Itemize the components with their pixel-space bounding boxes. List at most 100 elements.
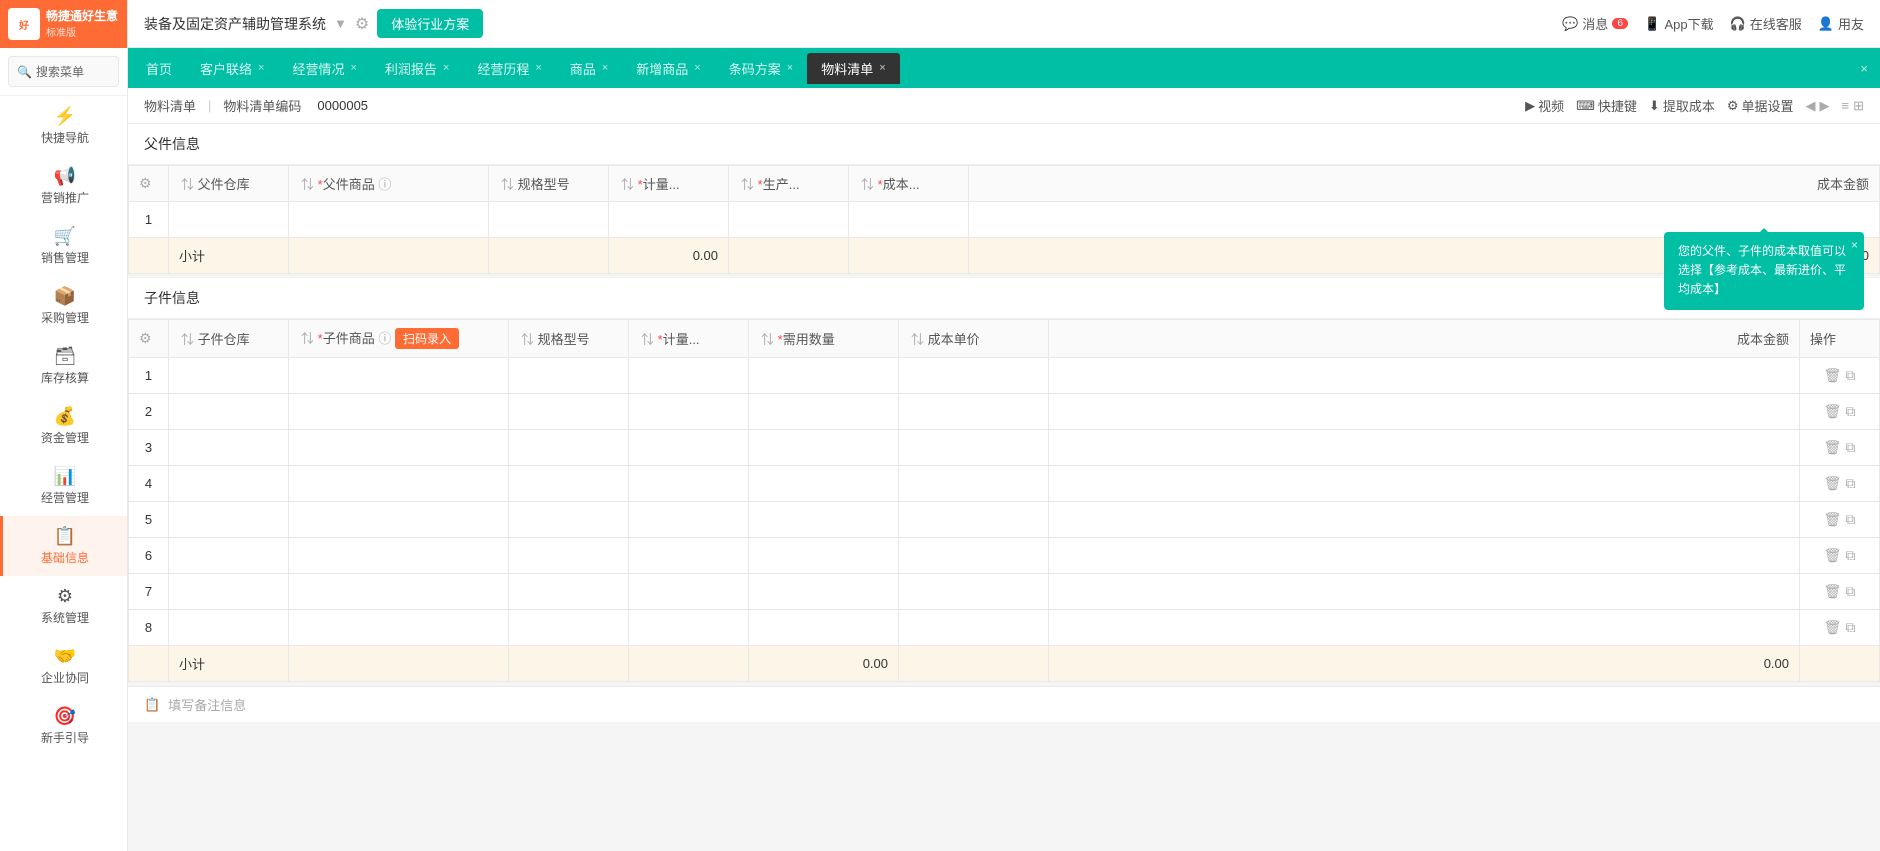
tab-new-goods[interactable]: 新增商品 × xyxy=(622,53,714,84)
child-row-3-product[interactable] xyxy=(289,430,509,466)
child-row-1-warehouse[interactable] xyxy=(169,358,289,394)
child-row-7-delete-button[interactable]: 🗑 xyxy=(1824,583,1842,600)
child-row-5-quantity[interactable] xyxy=(749,502,899,538)
tab-home[interactable]: 首页 xyxy=(132,53,186,84)
message-button[interactable]: 💬 消息 6 xyxy=(1562,14,1628,33)
child-row-4-copy-button[interactable]: ⧉ xyxy=(1845,475,1855,492)
list-view-button[interactable]: ≡ xyxy=(1842,98,1850,114)
sidebar-item-enterprise[interactable]: 🤝 企业协同 xyxy=(0,636,127,696)
extract-cost-button[interactable]: ⬇ 提取成本 xyxy=(1649,96,1715,115)
child-row-5-copy-button[interactable]: ⧉ xyxy=(1845,511,1855,528)
parent-warehouse-sort-icon[interactable]: ⇅ xyxy=(181,177,194,192)
close-all-tabs-button[interactable]: × xyxy=(1852,61,1876,76)
child-row-2-warehouse[interactable] xyxy=(169,394,289,430)
tab-customer[interactable]: 客户联络 × xyxy=(186,53,278,84)
child-row-7-quantity[interactable] xyxy=(749,574,899,610)
app-download-button[interactable]: 📱 App下载 xyxy=(1644,14,1713,33)
child-row-5-spec[interactable] xyxy=(509,502,629,538)
tab-barcode-close[interactable]: × xyxy=(787,62,793,74)
child-row-6-quantity[interactable] xyxy=(749,538,899,574)
tab-operations-situation[interactable]: 经营情况 × xyxy=(278,53,370,84)
child-row-4-cost-unit[interactable] xyxy=(899,466,1049,502)
parent-product-sort-icon[interactable]: ⇅ xyxy=(301,177,314,192)
grid-view-button[interactable]: ⊞ xyxy=(1853,98,1864,114)
user-button[interactable]: 👤 用友 xyxy=(1818,14,1864,33)
child-row-7-copy-button[interactable]: ⧉ xyxy=(1845,583,1855,600)
child-row-8-cost-unit[interactable] xyxy=(899,610,1049,646)
child-row-6-unit[interactable] xyxy=(629,538,749,574)
child-row-2-unit[interactable] xyxy=(629,394,749,430)
child-row-1-spec[interactable] xyxy=(509,358,629,394)
child-row-3-warehouse[interactable] xyxy=(169,430,289,466)
parent-production-sort-icon[interactable]: ⇅ xyxy=(741,177,754,192)
child-row-7-spec[interactable] xyxy=(509,574,629,610)
child-row-4-delete-button[interactable]: 🗑 xyxy=(1824,475,1842,492)
child-gear-button[interactable]: ⚙ xyxy=(139,330,152,347)
view-video-button[interactable]: ▶ 视频 xyxy=(1525,96,1564,115)
prev-arrow[interactable]: ◀ xyxy=(1806,98,1816,114)
child-row-4-product[interactable] xyxy=(289,466,509,502)
parent-row-1-unit[interactable] xyxy=(609,202,729,238)
child-row-1-copy-button[interactable]: ⧉ xyxy=(1845,367,1855,384)
child-row-2-cost-unit[interactable] xyxy=(899,394,1049,430)
tab-new-goods-close[interactable]: × xyxy=(694,62,700,74)
child-row-7-warehouse[interactable] xyxy=(169,574,289,610)
child-row-6-delete-button[interactable]: 🗑 xyxy=(1824,547,1842,564)
child-row-4-unit[interactable] xyxy=(629,466,749,502)
child-row-5-delete-button[interactable]: 🗑 xyxy=(1824,511,1842,528)
child-row-1-unit[interactable] xyxy=(629,358,749,394)
sidebar-item-system[interactable]: ⚙ 系统管理 xyxy=(0,576,127,636)
child-row-2-quantity[interactable] xyxy=(749,394,899,430)
child-spec-sort-icon[interactable]: ⇅ xyxy=(521,332,534,347)
tab-history-close[interactable]: × xyxy=(535,62,541,74)
parent-cost-sort-icon[interactable]: ⇅ xyxy=(861,177,874,192)
child-row-5-cost-unit[interactable] xyxy=(899,502,1049,538)
child-warehouse-sort-icon[interactable]: ⇅ xyxy=(181,332,194,347)
child-row-7-unit[interactable] xyxy=(629,574,749,610)
trial-button[interactable]: 体验行业方案 xyxy=(377,9,483,38)
tooltip-close-button[interactable]: × xyxy=(1851,236,1858,255)
child-row-5-warehouse[interactable] xyxy=(169,502,289,538)
sidebar-item-basic-info[interactable]: 📋 基础信息 xyxy=(0,516,127,576)
child-row-6-product[interactable] xyxy=(289,538,509,574)
sidebar-item-finance[interactable]: 💰 资金管理 xyxy=(0,396,127,456)
parent-row-1-production[interactable] xyxy=(729,202,849,238)
parent-unit-sort-icon[interactable]: ⇅ xyxy=(621,177,634,192)
sidebar-item-purchase[interactable]: 📦 采购管理 xyxy=(0,276,127,336)
child-row-4-quantity[interactable] xyxy=(749,466,899,502)
child-row-8-spec[interactable] xyxy=(509,610,629,646)
child-row-2-product[interactable] xyxy=(289,394,509,430)
parent-row-1-spec[interactable] xyxy=(489,202,609,238)
scan-input-button[interactable]: 扫码录入 xyxy=(395,328,459,349)
child-row-8-copy-button[interactable]: ⧉ xyxy=(1845,619,1855,636)
sidebar-item-guide[interactable]: 🎯 新手引导 xyxy=(0,696,127,756)
breadcrumb-bom[interactable]: 物料清单 xyxy=(144,96,196,115)
child-row-6-cost-unit[interactable] xyxy=(899,538,1049,574)
child-row-8-unit[interactable] xyxy=(629,610,749,646)
child-product-sort-icon[interactable]: ⇅ xyxy=(301,331,314,346)
child-row-5-unit[interactable] xyxy=(629,502,749,538)
sidebar-item-sales[interactable]: 🛒 销售管理 xyxy=(0,216,127,276)
single-settings-button[interactable]: ⚙ 单据设置 xyxy=(1727,96,1794,115)
gear-settings-button[interactable]: ⚙ xyxy=(355,14,369,34)
tab-barcode[interactable]: 条码方案 × xyxy=(715,53,807,84)
next-arrow[interactable]: ▶ xyxy=(1820,98,1830,114)
child-row-8-delete-button[interactable]: 🗑 xyxy=(1824,619,1842,636)
child-row-7-cost-unit[interactable] xyxy=(899,574,1049,610)
child-row-7-product[interactable] xyxy=(289,574,509,610)
sidebar-item-marketing[interactable]: 📢 营销推广 xyxy=(0,156,127,216)
child-row-8-quantity[interactable] xyxy=(749,610,899,646)
tab-profit-close[interactable]: × xyxy=(443,62,449,74)
sidebar-item-quick-nav[interactable]: ⚡ 快捷导航 xyxy=(0,96,127,156)
child-row-8-product[interactable] xyxy=(289,610,509,646)
tab-operations-close[interactable]: × xyxy=(350,62,356,74)
parent-spec-sort-icon[interactable]: ⇅ xyxy=(501,177,514,192)
tab-bom[interactable]: 物料清单 × xyxy=(807,53,899,84)
parent-row-1-warehouse[interactable] xyxy=(169,202,289,238)
child-row-3-cost-unit[interactable] xyxy=(899,430,1049,466)
child-row-4-warehouse[interactable] xyxy=(169,466,289,502)
child-quantity-sort-icon[interactable]: ⇅ xyxy=(761,332,774,347)
child-cost-unit-sort-icon[interactable]: ⇅ xyxy=(911,332,924,347)
search-menu-button[interactable]: 🔍 搜索菜单 xyxy=(8,56,119,87)
online-service-button[interactable]: 🎧 在线客服 xyxy=(1730,14,1802,33)
